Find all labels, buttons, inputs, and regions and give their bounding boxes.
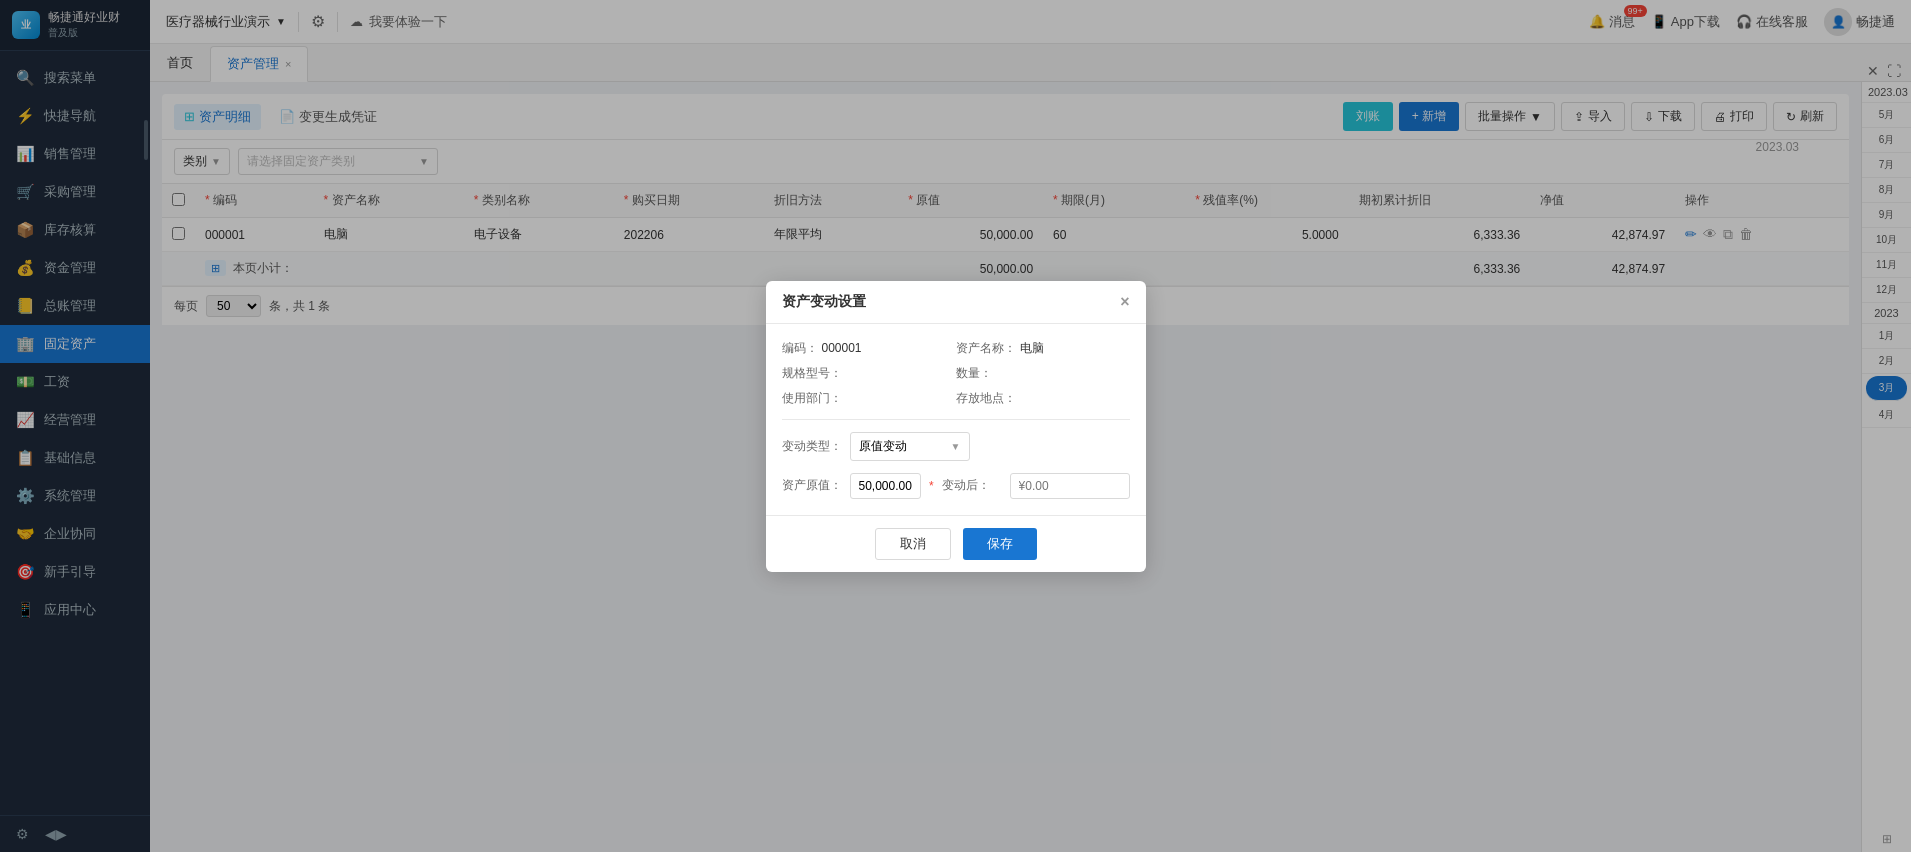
modal-overlay[interactable]: 资产变动设置 × 编码： 000001 资产名称： 电脑 规格型号： 数量： [0, 0, 1911, 852]
modal-code-item: 编码： 000001 [782, 340, 956, 357]
modal-header: 资产变动设置 × [766, 281, 1146, 324]
modal-footer: 取消 保存 [766, 515, 1146, 572]
required-dot: * [929, 479, 934, 493]
modal-quantity-label: 数量： [956, 365, 992, 382]
modal-change-type-row: 变动类型： 原值变动 ▼ [782, 432, 1130, 461]
modal-spec-label: 规格型号： [782, 365, 842, 382]
modal-original-value-display: 50,000.00 [850, 473, 921, 499]
modal-info-grid: 编码： 000001 资产名称： 电脑 规格型号： 数量： 使用部门： [782, 340, 1130, 420]
modal-title: 资产变动设置 [782, 293, 866, 311]
modal-asset-name-label: 资产名称： [956, 340, 1016, 357]
asset-change-modal: 资产变动设置 × 编码： 000001 资产名称： 电脑 规格型号： 数量： [766, 281, 1146, 572]
chevron-down-icon: ▼ [951, 441, 961, 452]
cancel-button[interactable]: 取消 [875, 528, 951, 560]
modal-department-item: 使用部门： [782, 390, 956, 407]
save-button[interactable]: 保存 [963, 528, 1037, 560]
modal-after-change-input[interactable] [1010, 473, 1130, 499]
modal-storage-item: 存放地点： [956, 390, 1130, 407]
modal-spec-item: 规格型号： [782, 365, 956, 382]
modal-storage-label: 存放地点： [956, 390, 1016, 407]
original-value-text: 50,000.00 [859, 479, 912, 493]
modal-code-value: 000001 [822, 341, 862, 355]
change-type-value: 原值变动 [859, 438, 907, 455]
modal-change-type-select[interactable]: 原值变动 ▼ [850, 432, 970, 461]
modal-original-label: 资产原值： [782, 477, 842, 494]
modal-asset-name-item: 资产名称： 电脑 [956, 340, 1130, 357]
modal-quantity-item: 数量： [956, 365, 1130, 382]
modal-values-row: 资产原值： 50,000.00 * 变动后： [782, 473, 1130, 499]
modal-change-type-label: 变动类型： [782, 438, 842, 455]
modal-asset-name-value: 电脑 [1020, 340, 1044, 357]
modal-close-button[interactable]: × [1120, 293, 1129, 311]
modal-after-change-label: 变动后： [942, 477, 1002, 494]
modal-code-label: 编码： [782, 340, 818, 357]
modal-department-label: 使用部门： [782, 390, 842, 407]
modal-body: 编码： 000001 资产名称： 电脑 规格型号： 数量： 使用部门： [766, 324, 1146, 515]
